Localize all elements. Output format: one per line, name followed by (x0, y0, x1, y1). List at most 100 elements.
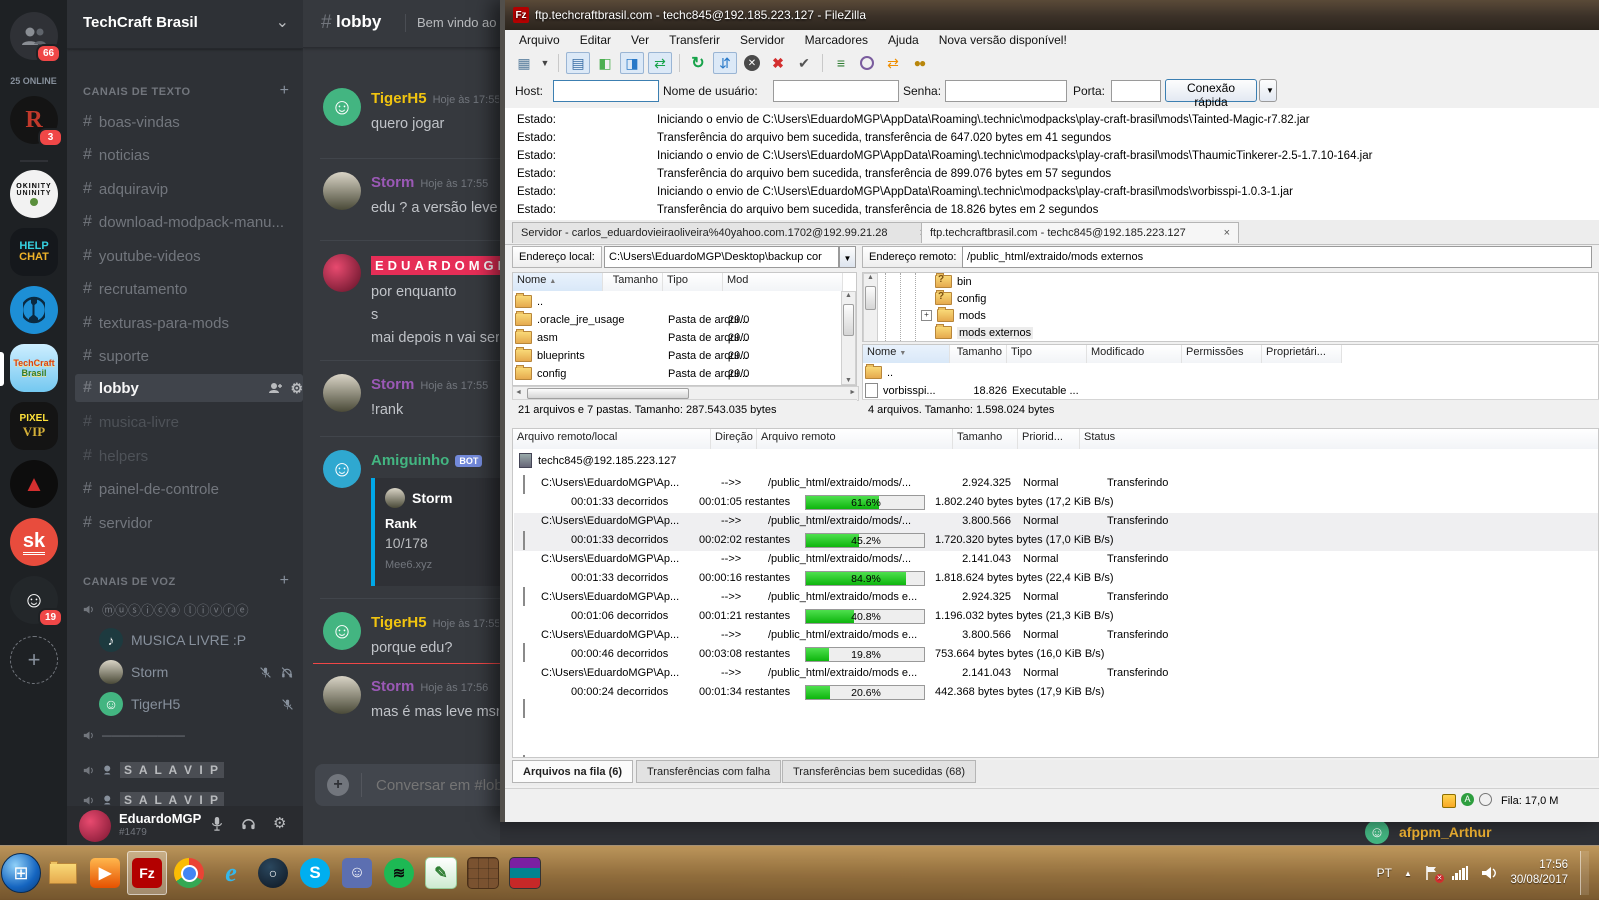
synchronized-browsing-icon[interactable]: ⇄ (882, 53, 904, 73)
channel-musica-livre[interactable]: # musica-livre (75, 408, 303, 436)
avatar[interactable] (323, 254, 361, 292)
taskbar-spotify[interactable]: ≋ (379, 851, 419, 895)
tray-language[interactable]: PT (1377, 866, 1392, 880)
server-icon-okinity[interactable]: OKINITY UNINITY (10, 170, 58, 218)
channel-texturas-para-mods[interactable]: # texturas-para-mods (75, 309, 303, 337)
action-center-flag-icon[interactable]: ✕ (1424, 865, 1444, 883)
channel-adquiravip[interactable]: # adquiravip (75, 175, 303, 203)
remote-col-proprietario[interactable]: Proprietári... (1262, 345, 1342, 363)
voice-user-musica-bot[interactable]: ♪ MUSICA LIVRE :P (99, 628, 294, 652)
tab-transferencias-com-falha[interactable]: Transferências com falha (636, 760, 782, 783)
server-icon-techcraft-active[interactable]: TechCraft Brasil (10, 344, 58, 392)
channel-noticias[interactable]: # noticias (75, 141, 303, 169)
process-queue-icon[interactable]: ⇵ (713, 52, 737, 74)
taskbar-chrome[interactable] (169, 851, 209, 895)
taskbar-steam[interactable]: ○ (253, 851, 293, 895)
voice-channel-musica-livre[interactable]: ⓜⓤⓢⓘⓒⓐ ⓛⓘⓥⓡⓔ (83, 600, 293, 619)
queue-col-status[interactable]: Status (1080, 429, 1598, 449)
user-settings-gear-icon[interactable]: ⚙ (273, 814, 286, 832)
reconnect-icon[interactable]: ✔ (793, 53, 815, 73)
channel-suporte[interactable]: # suporte (75, 342, 303, 370)
menu-ver[interactable]: Ver (631, 33, 649, 47)
channel-helpers[interactable]: # helpers (75, 442, 303, 470)
avatar[interactable]: ☺ (323, 88, 361, 126)
tab-server-2-active[interactable]: ftp.techcraftbrasil.com - techc845@192.1… (921, 222, 1239, 243)
local-col-tipo[interactable]: Tipo (663, 273, 723, 291)
attach-file-icon[interactable]: + (327, 774, 349, 796)
voice-user-tigerh5[interactable]: ☺ TigerH5 (99, 692, 294, 716)
server-icon-triangle[interactable]: ▲ (10, 460, 58, 508)
channel-painel-de-controle[interactable]: # painel-de-controle (75, 475, 303, 503)
menu-marcadores[interactable]: Marcadores (805, 33, 868, 47)
tree-item-bin[interactable]: ? bin (935, 273, 972, 288)
embed-footer[interactable]: Mee6.xyz (385, 559, 500, 571)
find-files-binoculars-icon[interactable]: ●● (908, 53, 930, 73)
queue-col-direcao[interactable]: Direção (711, 429, 757, 449)
tab-server-1[interactable]: Servidor - carlos_eduardovieiraoliveira%… (512, 222, 935, 243)
filter-icon[interactable]: ≡ (830, 53, 852, 73)
queue-server-row[interactable]: techc845@192.185.223.127 (519, 453, 676, 468)
server-header[interactable]: TechCraft Brasil ⌄ (67, 0, 303, 49)
local-row[interactable]: .oracle_jre_usage Pasta de arqui... 29/0 (515, 311, 749, 326)
channel-servidor[interactable]: # servidor (75, 509, 303, 537)
remote-address-value[interactable]: /public_html/extraido/mods externos (962, 246, 1592, 268)
menu-arquivo[interactable]: Arquivo (519, 33, 560, 47)
local-row[interactable]: asm Pasta de arqui... 29/0 (515, 329, 749, 344)
quickconnect-button[interactable]: Conexão rápida (1165, 79, 1257, 109)
tree-item-mods[interactable]: + mods (921, 307, 986, 322)
taskbar-discord[interactable]: ☺ (337, 851, 377, 895)
avatar[interactable] (323, 676, 361, 714)
tray-expand-icon[interactable]: ▲ (1404, 869, 1412, 878)
toggle-transfer-queue-icon[interactable]: ⇄ (648, 52, 672, 74)
taskbar-notepad[interactable]: ✎ (421, 851, 461, 895)
add-server-button[interactable]: + (10, 636, 58, 684)
close-tab-icon[interactable]: × (1224, 227, 1230, 239)
headphones-icon[interactable] (241, 816, 256, 831)
avatar[interactable]: ☺ (323, 450, 361, 488)
local-row[interactable]: blueprints Pasta de arqui... 29/0 (515, 347, 749, 362)
mic-icon[interactable] (210, 816, 224, 832)
refresh-icon[interactable]: ↻ (687, 53, 709, 73)
toggle-local-tree-icon[interactable]: ◧ (594, 53, 616, 73)
toggle-message-log-icon[interactable]: ▤ (566, 52, 590, 74)
local-col-mod[interactable]: Mod (723, 273, 843, 291)
tree-item-config[interactable]: ? config (935, 290, 986, 305)
filezilla-titlebar[interactable]: Fz ftp.techcraftbrasil.com - techc845@19… (505, 0, 1599, 30)
add-text-channel-button[interactable]: + (280, 82, 289, 100)
directory-comparison-icon[interactable] (856, 53, 878, 73)
menu-ajuda[interactable]: Ajuda (888, 33, 919, 47)
add-voice-channel-button[interactable]: + (280, 572, 289, 590)
user-avatar[interactable] (79, 810, 111, 842)
invite-people-icon[interactable] (268, 382, 283, 394)
remote-col-tipo[interactable]: Tipo (1007, 345, 1087, 363)
disconnect-icon[interactable]: ✖ (767, 53, 789, 73)
remote-row[interactable]: vorbisspi... 18.826 Executable ... (865, 383, 1079, 398)
taskbar-minecraft[interactable] (463, 851, 503, 895)
local-col-tamanho[interactable]: Tamanho (603, 273, 663, 291)
local-row[interactable]: .. (515, 293, 543, 308)
avatar[interactable] (323, 374, 361, 412)
site-manager-dropdown-icon[interactable]: ▼ (539, 53, 551, 73)
voice-user-storm[interactable]: Storm (99, 660, 294, 684)
site-manager-icon[interactable]: ▦ (513, 53, 535, 73)
message-input[interactable] (374, 775, 500, 795)
remote-col-modificado[interactable]: Modificado (1087, 345, 1182, 363)
menu-transferir[interactable]: Transferir (669, 33, 720, 47)
tree-expand-icon[interactable]: + (921, 310, 932, 321)
host-input[interactable] (553, 80, 659, 102)
server-icon-sk[interactable]: sk (10, 518, 58, 566)
taskbar-winrar[interactable] (505, 851, 545, 895)
server-icon-wrench[interactable] (10, 286, 58, 334)
clock[interactable]: 17:56 30/08/2017 (1510, 858, 1568, 888)
tab-arquivos-na-fila[interactable]: Arquivos na fila (6) (512, 760, 634, 783)
local-address-value[interactable]: C:\Users\EduardoMGP\Desktop\backup cor (604, 246, 839, 268)
channel-recrutamento[interactable]: # recrutamento (75, 275, 303, 303)
channel-youtube-videos[interactable]: # youtube-videos (75, 242, 303, 270)
taskbar-filezilla-active[interactable]: Fz (127, 851, 167, 895)
channel-settings-gear-icon[interactable]: ⚙ (290, 380, 303, 397)
remote-tree-scrollbar[interactable]: ▲ (863, 273, 878, 341)
queue-col-arquivo[interactable]: Arquivo remoto/local (513, 429, 711, 449)
channel-lobby-active[interactable]: # lobby ⚙ (75, 374, 303, 402)
port-input[interactable] (1111, 80, 1161, 102)
channel-download-modpack[interactable]: # download-modpack-manu... (75, 208, 303, 236)
